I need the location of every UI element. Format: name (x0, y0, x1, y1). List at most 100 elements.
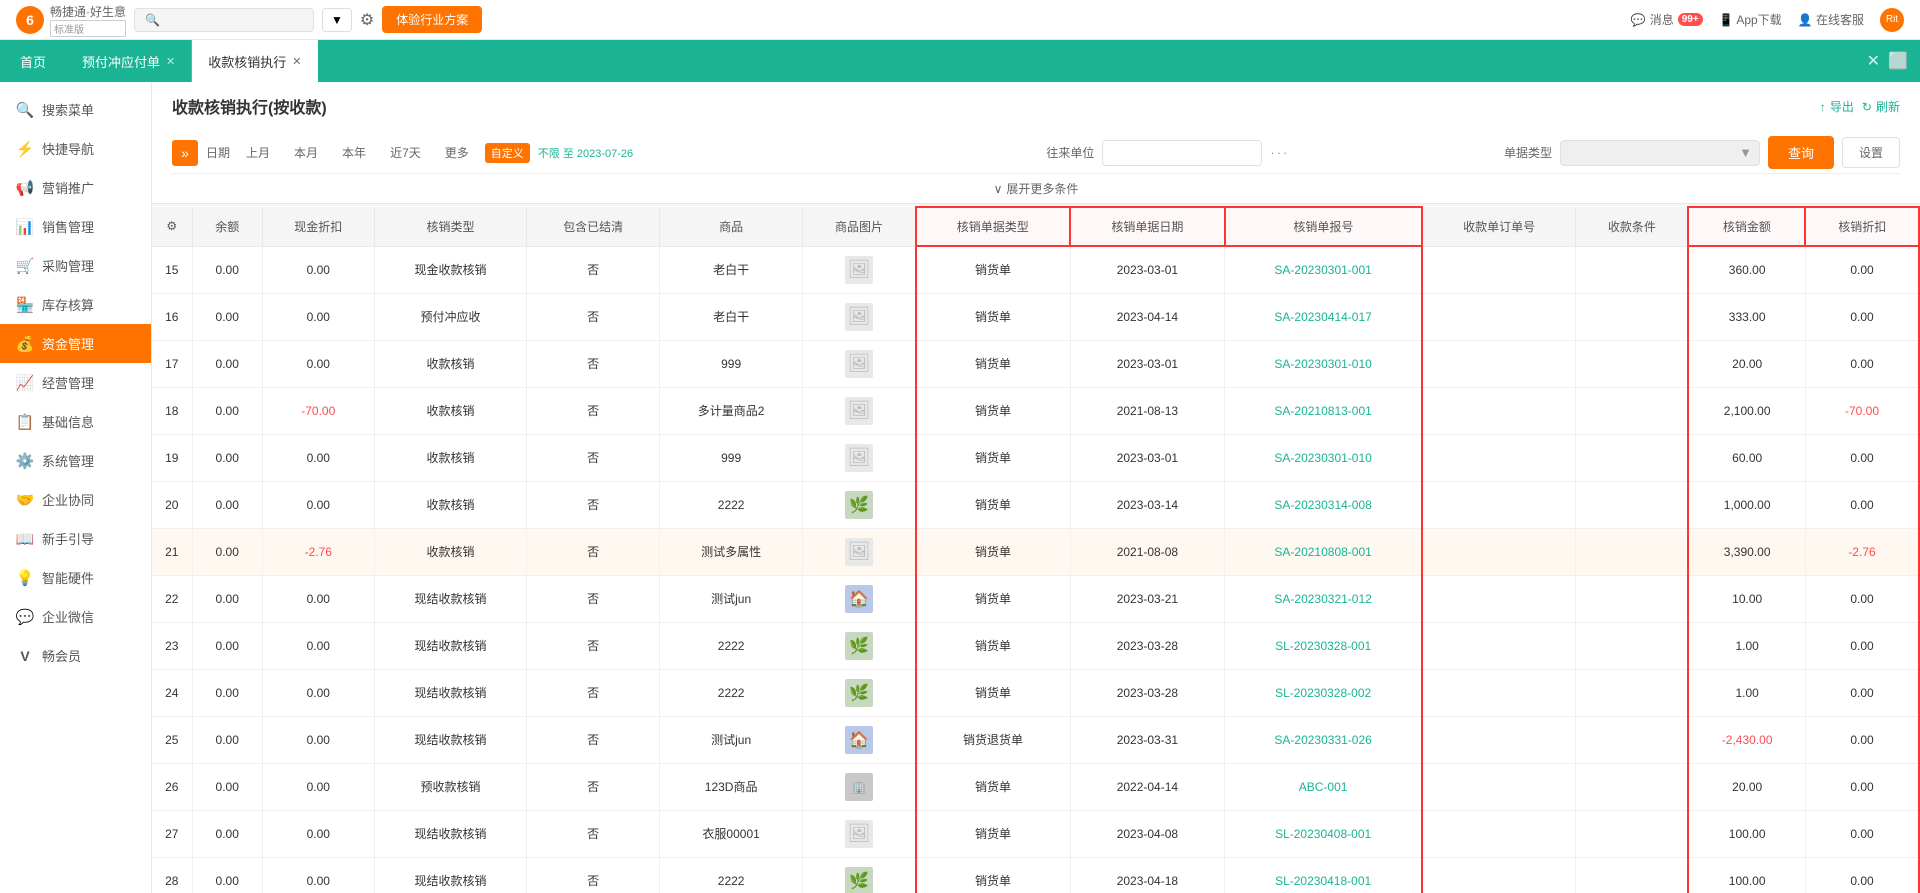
expand-filter-button[interactable]: » (172, 140, 198, 166)
gear-settings-button[interactable]: ⚙ (360, 10, 374, 30)
solution-button[interactable]: 体验行业方案 (382, 6, 482, 33)
sidebar-item-member[interactable]: V 畅会员 (0, 636, 151, 675)
sidebar-item-purchase[interactable]: 🛒 采购管理 (0, 246, 151, 285)
row-cancel-type: 现金收款核销 (374, 246, 527, 293)
row-cancel-doc-no[interactable]: SA-20230301-001 (1225, 246, 1422, 293)
row-cancel-doc-no[interactable]: SA-20230301-010 (1225, 434, 1422, 481)
col-goods-image: 商品图片 (803, 207, 916, 246)
avatar[interactable]: Rit (1880, 8, 1904, 32)
nav-home[interactable]: 首页 (0, 40, 66, 82)
data-table-container: ⚙ 余额 现金折扣 核销类型 包含已结清 商品 商品图片 核销单据类型 核销单据… (152, 206, 1920, 893)
filter-dots: ··· (1270, 145, 1289, 160)
last-month-btn[interactable]: 上月 (238, 141, 278, 164)
row-no: 20 (152, 481, 192, 528)
row-cancel-doc-no[interactable]: SA-20210813-001 (1225, 387, 1422, 434)
col-gear[interactable]: ⚙ (152, 207, 192, 246)
tab-receipt-cancel[interactable]: 收款核销执行 ✕ (192, 40, 318, 82)
last-7days-btn[interactable]: 近7天 (382, 141, 429, 164)
this-month-btn[interactable]: 本月 (286, 141, 326, 164)
doc-type-select[interactable] (1560, 140, 1760, 166)
row-goods-image: 🖼 (803, 246, 916, 293)
row-cancel-doc-date: 2022-04-14 (1070, 763, 1225, 810)
sidebar-item-label: 搜索菜单 (42, 100, 94, 119)
row-cancel-doc-no[interactable]: SA-20210808-001 (1225, 528, 1422, 575)
arrow-right-icon: » (181, 145, 189, 161)
sidebar-item-operations[interactable]: 📈 经营管理 (0, 363, 151, 402)
close-window-button[interactable]: ✕ (1867, 51, 1880, 71)
tab-prepayment[interactable]: 预付冲应付单 ✕ (66, 40, 192, 82)
row-balance: 0.00 (192, 857, 262, 893)
row-goods: 999 (659, 340, 803, 387)
custom-date-btn[interactable]: 自定义 (485, 143, 530, 163)
search-bar: 🔍 (134, 8, 314, 32)
row-cancel-doc-no[interactable]: SA-20230331-026 (1225, 716, 1422, 763)
sidebar-item-enterprise[interactable]: 🤝 企业协同 (0, 480, 151, 519)
row-include-settled: 否 (527, 575, 659, 622)
sidebar-item-sales[interactable]: 📊 销售管理 (0, 207, 151, 246)
row-no: 16 (152, 293, 192, 340)
row-cancel-doc-no[interactable]: SL-20230328-002 (1225, 669, 1422, 716)
main-content: 收款核销执行(按收款) ↑ 导出 ↻ 刷新 » 日期 (152, 82, 1920, 893)
close-icon-active[interactable]: ✕ (292, 55, 301, 68)
refresh-button[interactable]: ↻ 刷新 (1862, 98, 1900, 115)
row-include-settled: 否 (527, 387, 659, 434)
brand-name: 畅捷通·好生意 (50, 3, 126, 20)
row-goods-image: 🖼 (803, 528, 916, 575)
row-cancel-amount: -2,430.00 (1688, 716, 1805, 763)
row-balance: 0.00 (192, 575, 262, 622)
row-cancel-doc-no[interactable]: SA-20230321-012 (1225, 575, 1422, 622)
col-goods: 商品 (659, 207, 803, 246)
row-cancel-discount: -2.76 (1805, 528, 1919, 575)
row-cancel-amount: 20.00 (1688, 763, 1805, 810)
sidebar-item-guide[interactable]: 📖 新手引导 (0, 519, 151, 558)
table-row: 21 0.00 -2.76 收款核销 否 测试多属性 🖼 销货单 2021-08… (152, 528, 1919, 575)
maximize-button[interactable]: ⬜ (1888, 51, 1908, 71)
row-receipt-condition (1576, 293, 1689, 340)
row-no: 22 (152, 575, 192, 622)
row-goods-image: 🌿 (803, 481, 916, 528)
sidebar-item-finance[interactable]: 💰 资金管理 (0, 324, 151, 363)
row-goods: 老白干 (659, 246, 803, 293)
sidebar-item-label: 企业微信 (42, 607, 94, 626)
row-include-settled: 否 (527, 716, 659, 763)
dropdown-button[interactable]: ▼ (322, 8, 352, 32)
online-service[interactable]: 👤 在线客服 (1798, 11, 1864, 28)
export-button[interactable]: ↑ 导出 (1820, 98, 1854, 115)
row-cancel-type: 现结收款核销 (374, 669, 527, 716)
row-cancel-doc-no[interactable]: SL-20230408-001 (1225, 810, 1422, 857)
sidebar-item-marketing[interactable]: 📢 营销推广 (0, 168, 151, 207)
row-receipt-order (1422, 293, 1576, 340)
query-button[interactable]: 查询 (1768, 136, 1834, 169)
guide-icon: 📖 (16, 530, 34, 548)
sidebar-item-inventory[interactable]: 🏪 库存核算 (0, 285, 151, 324)
sidebar-item-search[interactable]: 🔍 搜索菜单 (0, 90, 151, 129)
counterpart-input[interactable] (1102, 140, 1262, 166)
this-year-btn[interactable]: 本年 (334, 141, 374, 164)
row-receipt-condition (1576, 387, 1689, 434)
row-cancel-doc-no[interactable]: ABC-001 (1225, 763, 1422, 810)
expand-more-btn[interactable]: ∨ 展开更多条件 (172, 173, 1900, 203)
row-goods: 2222 (659, 857, 803, 893)
date-range-display: 不限 至 2023-07-26 (538, 145, 633, 161)
sidebar-item-quicknav[interactable]: ⚡ 快捷导航 (0, 129, 151, 168)
sidebar-item-wechat[interactable]: 💬 企业微信 (0, 597, 151, 636)
row-cancel-doc-no[interactable]: SL-20230328-001 (1225, 622, 1422, 669)
more-date-btn[interactable]: 更多 (437, 141, 477, 164)
sidebar-item-system[interactable]: ⚙️ 系统管理 (0, 441, 151, 480)
sidebar-item-hardware[interactable]: 💡 智能硬件 (0, 558, 151, 597)
row-cancel-doc-no[interactable]: SA-20230414-017 (1225, 293, 1422, 340)
row-cancel-doc-date: 2023-03-21 (1070, 575, 1225, 622)
close-icon[interactable]: ✕ (166, 55, 175, 68)
row-cancel-doc-no[interactable]: SA-20230301-010 (1225, 340, 1422, 387)
row-cancel-doc-no[interactable]: SA-20230314-008 (1225, 481, 1422, 528)
notification-area[interactable]: 💬 消息 99+ (1631, 11, 1703, 28)
app-download[interactable]: 📱 App下载 (1719, 11, 1782, 28)
expand-label: 展开更多条件 (1006, 180, 1078, 197)
sidebar-item-basic-info[interactable]: 📋 基础信息 (0, 402, 151, 441)
row-cancel-type: 现结收款核销 (374, 575, 527, 622)
row-cancel-doc-no[interactable]: SL-20230418-001 (1225, 857, 1422, 893)
row-include-settled: 否 (527, 857, 659, 893)
row-balance: 0.00 (192, 340, 262, 387)
settings-button[interactable]: 设置 (1842, 137, 1900, 168)
row-include-settled: 否 (527, 246, 659, 293)
